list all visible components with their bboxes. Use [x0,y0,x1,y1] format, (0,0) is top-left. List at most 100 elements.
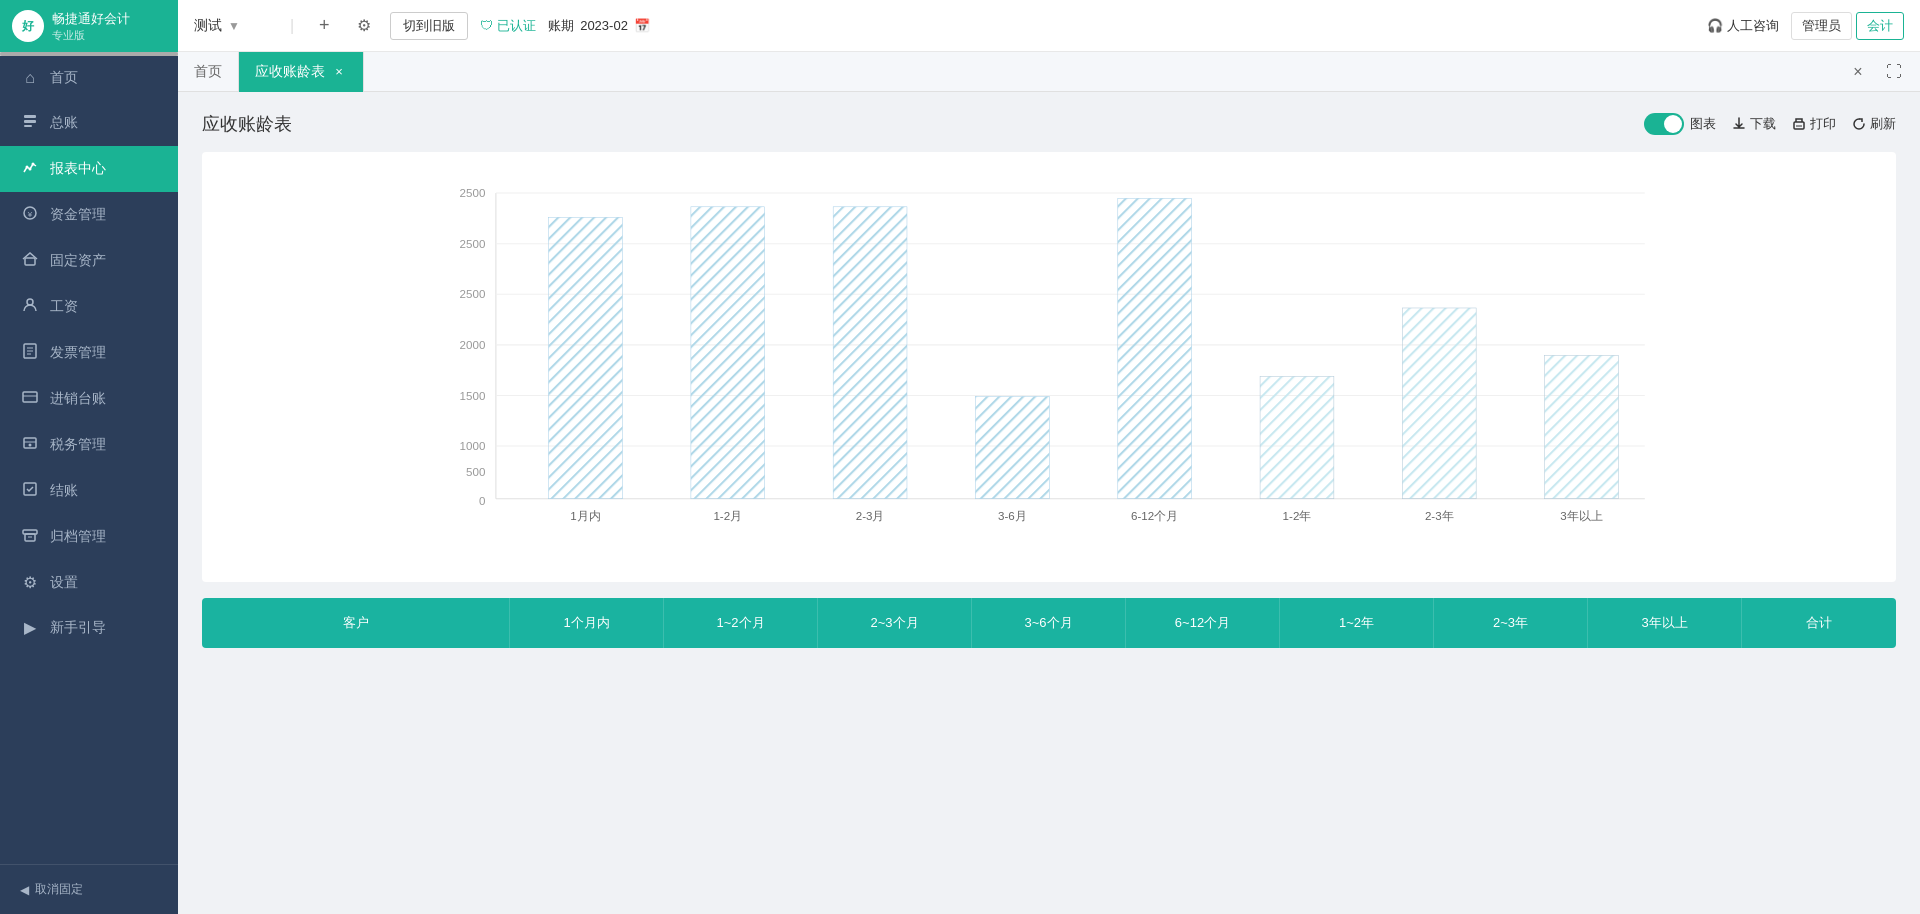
main-area: 测试 ▼ | + ⚙ 切到旧版 🛡 已认证 账期 2023-02 📅 🎧 人工咨… [178,0,1920,914]
refresh-icon [1852,117,1866,131]
app-logo-icon: 好 [12,10,44,42]
refresh-btn[interactable]: 刷新 [1852,115,1896,133]
sidebar-item-fixed-assets[interactable]: 固定资产 [0,238,178,284]
topbar: 测试 ▼ | + ⚙ 切到旧版 🛡 已认证 账期 2023-02 📅 🎧 人工咨… [178,0,1920,52]
chart-container: 2500 2500 2500 2000 1500 1000 500 0 [202,152,1896,582]
bar-2-3月 [833,207,907,499]
bar-1月内 [549,217,623,498]
svg-point-6 [29,168,32,171]
sidebar-item-capital[interactable]: ¥ 资金管理 [0,192,178,238]
tabbar-actions: × ⛶ [1832,58,1920,86]
tab-aging-report[interactable]: 应收账龄表 × [239,52,364,92]
svg-text:2000: 2000 [460,339,486,351]
sidebar-item-ledger[interactable]: 总账 [0,100,178,146]
sidebar-item-salary[interactable]: 工资 [0,284,178,330]
user-btn[interactable]: 管理员 [1791,12,1852,40]
table-header-total: 合计 [1742,598,1896,648]
download-btn[interactable]: 下载 [1732,115,1776,133]
period-label: 账期 [548,17,574,35]
svg-rect-3 [24,120,36,123]
table-header-1-2y: 1~2年 [1280,598,1434,648]
purchase-sale-icon [20,389,40,409]
report-icon [20,159,40,179]
consult-btn[interactable]: 🎧 人工咨询 [1707,17,1779,35]
verified-label: 已认证 [497,17,536,35]
svg-text:500: 500 [466,466,485,478]
bar-3-6月 [975,397,1049,499]
home-icon: ⌂ [20,69,40,87]
module-name: 测试 [194,17,222,35]
switch-old-version-btn[interactable]: 切到旧版 [390,12,468,40]
svg-rect-2 [24,115,36,118]
cancel-fixed-btn[interactable]: ◀ 取消固定 [10,875,168,904]
sidebar-item-label: 总账 [50,114,78,132]
fixed-assets-icon [20,251,40,271]
sidebar-item-label: 工资 [50,298,78,316]
svg-text:2500: 2500 [460,238,486,250]
svg-point-20 [29,444,32,447]
add-module-btn[interactable]: + [310,12,338,40]
settings-icon: ⚙ [20,573,40,592]
consult-headset-icon: 🎧 [1707,18,1723,33]
period-value: 2023-02 [580,18,628,33]
sidebar-logo: 好 畅捷通好会计 专业版 [0,0,178,52]
sidebar-item-home[interactable]: ⌂ 首页 [0,56,178,100]
svg-text:2500: 2500 [460,187,486,199]
window-expand-btn[interactable]: ⛶ [1880,58,1908,86]
sidebar-item-label: 设置 [50,574,78,592]
sidebar-item-invoice[interactable]: 发票管理 [0,330,178,376]
sidebar: 好 畅捷通好会计 专业版 ⌂ 首页 总账 [0,0,178,914]
chart-toggle[interactable] [1644,113,1684,135]
sidebar-item-tax[interactable]: 税务管理 [0,422,178,468]
module-selector[interactable]: 测试 ▼ [194,17,274,35]
window-close-btn[interactable]: × [1844,58,1872,86]
consult-label: 人工咨询 [1727,17,1779,35]
svg-text:3年以上: 3年以上 [1560,510,1602,522]
sidebar-item-archive[interactable]: 归档管理 [0,514,178,560]
sidebar-item-close-accounts[interactable]: 结账 [0,468,178,514]
bar-1-2年 [1260,376,1334,498]
svg-text:好: 好 [21,19,35,33]
page-header: 应收账龄表 图表 下载 [202,112,1896,136]
svg-text:0: 0 [479,495,485,507]
cancel-fixed-label: 取消固定 [35,881,83,898]
sidebar-scrollbar-top[interactable] [0,52,178,56]
sidebar-item-label: 新手引导 [50,619,106,637]
calendar-icon[interactable]: 📅 [634,18,650,33]
sidebar-item-label: 资金管理 [50,206,106,224]
topbar-gear-btn[interactable]: ⚙ [350,12,378,40]
sidebar-item-settings[interactable]: ⚙ 设置 [0,560,178,605]
module-dropdown-icon: ▼ [228,19,240,33]
table-header-1m: 1个月内 [510,598,664,648]
role-btn[interactable]: 会计 [1856,12,1904,40]
sidebar-item-purchase-sale[interactable]: 进销台账 [0,376,178,422]
tab-home[interactable]: 首页 [178,52,239,92]
capital-icon: ¥ [20,205,40,225]
tax-icon [20,435,40,455]
table-header-customer: 客户 [202,598,510,648]
table-header-2-3y: 2~3年 [1434,598,1588,648]
table-container: 客户 1个月内 1~2个月 2~3个月 3~6个月 6~12个月 1~2年 2~… [202,598,1896,648]
svg-text:6-12个月: 6-12个月 [1131,510,1178,522]
sidebar-item-guide[interactable]: ▶ 新手引导 [0,605,178,650]
svg-text:2-3月: 2-3月 [856,510,885,522]
ledger-icon [20,113,40,133]
sidebar-item-report[interactable]: 报表中心 [0,146,178,192]
toggle-knob [1664,115,1682,133]
svg-text:1500: 1500 [460,390,486,402]
print-btn[interactable]: 打印 [1792,115,1836,133]
bar-6-12月 [1118,198,1192,498]
sidebar-item-label: 报表中心 [50,160,106,178]
tab-close-btn[interactable]: × [331,64,347,80]
bar-1-2月 [691,207,765,499]
page-title: 应收账龄表 [202,112,292,136]
table-header-1-2m: 1~2个月 [664,598,818,648]
topbar-divider-1: | [290,17,294,35]
svg-point-7 [32,163,35,166]
app-logo-text: 畅捷通好会计 专业版 [52,10,130,43]
tab-aging-report-label: 应收账龄表 [255,63,325,81]
sidebar-item-label: 固定资产 [50,252,106,270]
cancel-fixed-icon: ◀ [20,883,29,897]
archive-icon [20,527,40,547]
sidebar-item-label: 进销台账 [50,390,106,408]
